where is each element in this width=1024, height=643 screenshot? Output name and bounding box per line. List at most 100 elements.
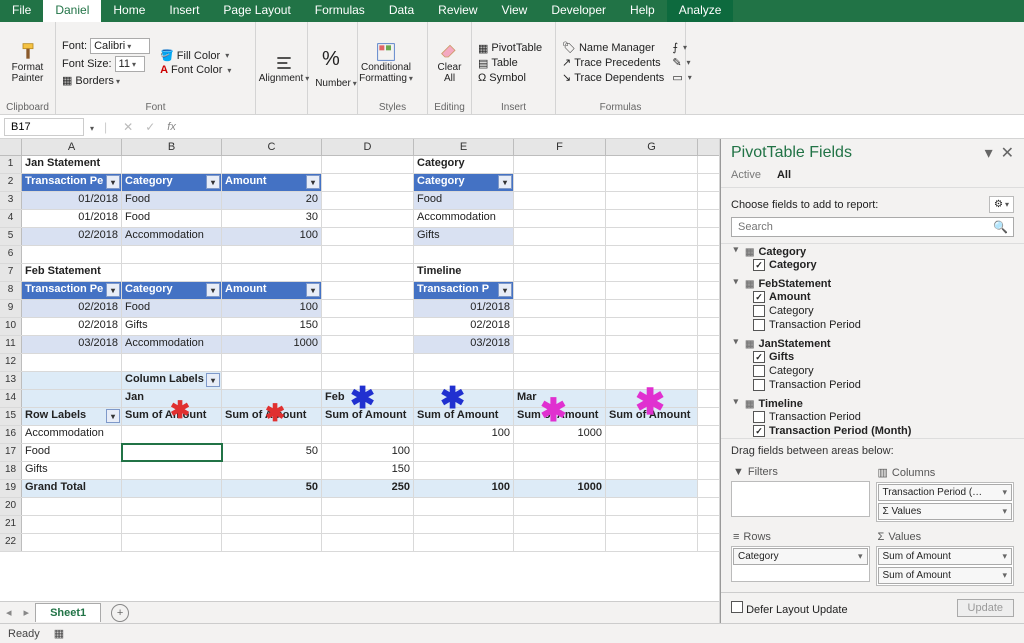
cell[interactable] [414,444,514,461]
area-item[interactable]: Σ Values▾ [878,503,1013,520]
row-header[interactable]: 20 [0,498,22,515]
cell[interactable] [22,372,122,389]
cell[interactable]: Sum of Amount [514,408,606,425]
field-item[interactable]: Amount [769,291,811,303]
cell[interactable] [606,336,698,353]
cell[interactable] [514,498,606,515]
cell[interactable] [606,444,698,461]
cell[interactable] [514,336,606,353]
cell[interactable] [414,462,514,479]
row-header[interactable]: 6 [0,246,22,263]
cell[interactable] [122,264,222,281]
cell[interactable] [322,426,414,443]
row-header[interactable]: 2 [0,174,22,191]
cell[interactable]: 100 [322,444,414,461]
cell[interactable]: Accommodation [122,228,222,245]
tab-insert[interactable]: Insert [157,0,211,22]
cell[interactable] [514,210,606,227]
cell[interactable]: 30 [222,210,322,227]
cell[interactable]: 100 [222,300,322,317]
filter-icon[interactable]: ▾ [106,409,120,423]
checkbox-checked-icon[interactable]: ✓ [753,259,765,271]
cell[interactable]: Sum of Amount [322,408,414,425]
name-manager-button[interactable]: 🏷 Name Manager [562,41,664,54]
cell[interactable]: 03/2018 [414,336,514,353]
cell[interactable] [22,516,122,533]
cell[interactable]: Feb [322,390,414,407]
cell[interactable]: 50 [222,480,322,497]
trace-dependents-button[interactable]: ↘ Trace Dependents [562,71,664,84]
checkbox-checked-icon[interactable]: ✓ [753,425,765,437]
borders-dropdown[interactable]: Borders [75,75,120,87]
cell[interactable]: 02/2018 [414,318,514,335]
cell[interactable] [606,516,698,533]
formulas-extra-3[interactable]: ▭ [672,71,691,84]
table-button[interactable]: ▤ Table [478,57,542,70]
cell[interactable] [606,300,698,317]
tab-daniel[interactable]: Daniel [43,0,101,22]
cell[interactable] [606,210,698,227]
cell[interactable]: 50 [222,444,322,461]
alignment-button[interactable]: Alignment [262,25,306,111]
row-header[interactable]: 22 [0,534,22,551]
tab-formulas[interactable]: Formulas [303,0,377,22]
row-header[interactable]: 19 [0,480,22,497]
chevron-down-icon[interactable]: ▾ [1002,551,1007,562]
cell[interactable] [414,354,514,371]
cell[interactable] [606,156,698,173]
cell[interactable] [122,156,222,173]
col-header-E[interactable]: E [414,139,514,155]
pane-tab-active[interactable]: Active [731,169,761,181]
cell[interactable] [606,264,698,281]
cell[interactable] [122,426,222,443]
cell[interactable] [606,372,698,389]
row-header[interactable]: 18 [0,462,22,479]
trace-precedents-button[interactable]: ↗ Trace Precedents [562,56,664,69]
cell[interactable] [514,516,606,533]
cell[interactable] [222,390,322,407]
macro-record-icon[interactable]: ▦ [54,627,64,640]
table-header[interactable]: Transaction P▾ [414,282,514,299]
pane-close-icon[interactable]: ✕ [1001,145,1014,162]
cell[interactable] [322,336,414,353]
defer-layout-checkbox[interactable]: Defer Layout Update [731,601,848,616]
cell[interactable] [322,246,414,263]
chevron-down-icon[interactable]: ▾ [1002,506,1007,517]
col-header-A[interactable]: A [22,139,122,155]
cell[interactable] [514,372,606,389]
filter-icon[interactable]: ▾ [498,283,512,297]
table-header[interactable]: Transaction Pe▾ [22,282,122,299]
tab-analyze[interactable]: Analyze [667,0,734,22]
filter-icon[interactable]: ▾ [206,283,220,297]
cell[interactable] [606,426,698,443]
formulas-extra-1[interactable]: ⨍ [672,41,691,54]
table-header[interactable]: Amount▾ [222,282,322,299]
cell[interactable]: 1000 [514,480,606,497]
cell[interactable] [414,516,514,533]
cell[interactable]: 01/2018 [22,210,122,227]
col-header-B[interactable]: B [122,139,222,155]
col-header-G[interactable]: G [606,139,698,155]
row-header[interactable]: 4 [0,210,22,227]
font-size-combo[interactable]: 11 [115,56,145,72]
cell[interactable] [322,534,414,551]
cell[interactable] [414,390,514,407]
tab-help[interactable]: Help [618,0,667,22]
area-item[interactable]: Sum of Amount▾ [878,548,1013,565]
cell[interactable] [22,534,122,551]
cell[interactable]: Grand Total [22,480,122,497]
conditional-formatting-button[interactable]: Conditional Formatting [364,25,408,100]
pivottable-button[interactable]: ▦ PivotTable [478,42,542,55]
field-item[interactable]: Category [769,259,817,271]
area-item[interactable]: Category▾ [733,548,868,565]
tab-file[interactable]: File [0,0,43,22]
clear-all-button[interactable]: Clear All [434,25,465,100]
cell[interactable] [322,264,414,281]
checkbox-icon[interactable] [753,305,765,317]
row-header[interactable]: 10 [0,318,22,335]
cell[interactable]: 1000 [222,336,322,353]
cell[interactable] [122,354,222,371]
field-list[interactable]: ▦Category ✓Category ▦FebStatement ✓Amoun… [721,243,1024,439]
tab-developer[interactable]: Developer [539,0,618,22]
field-item[interactable]: Category [769,305,814,317]
